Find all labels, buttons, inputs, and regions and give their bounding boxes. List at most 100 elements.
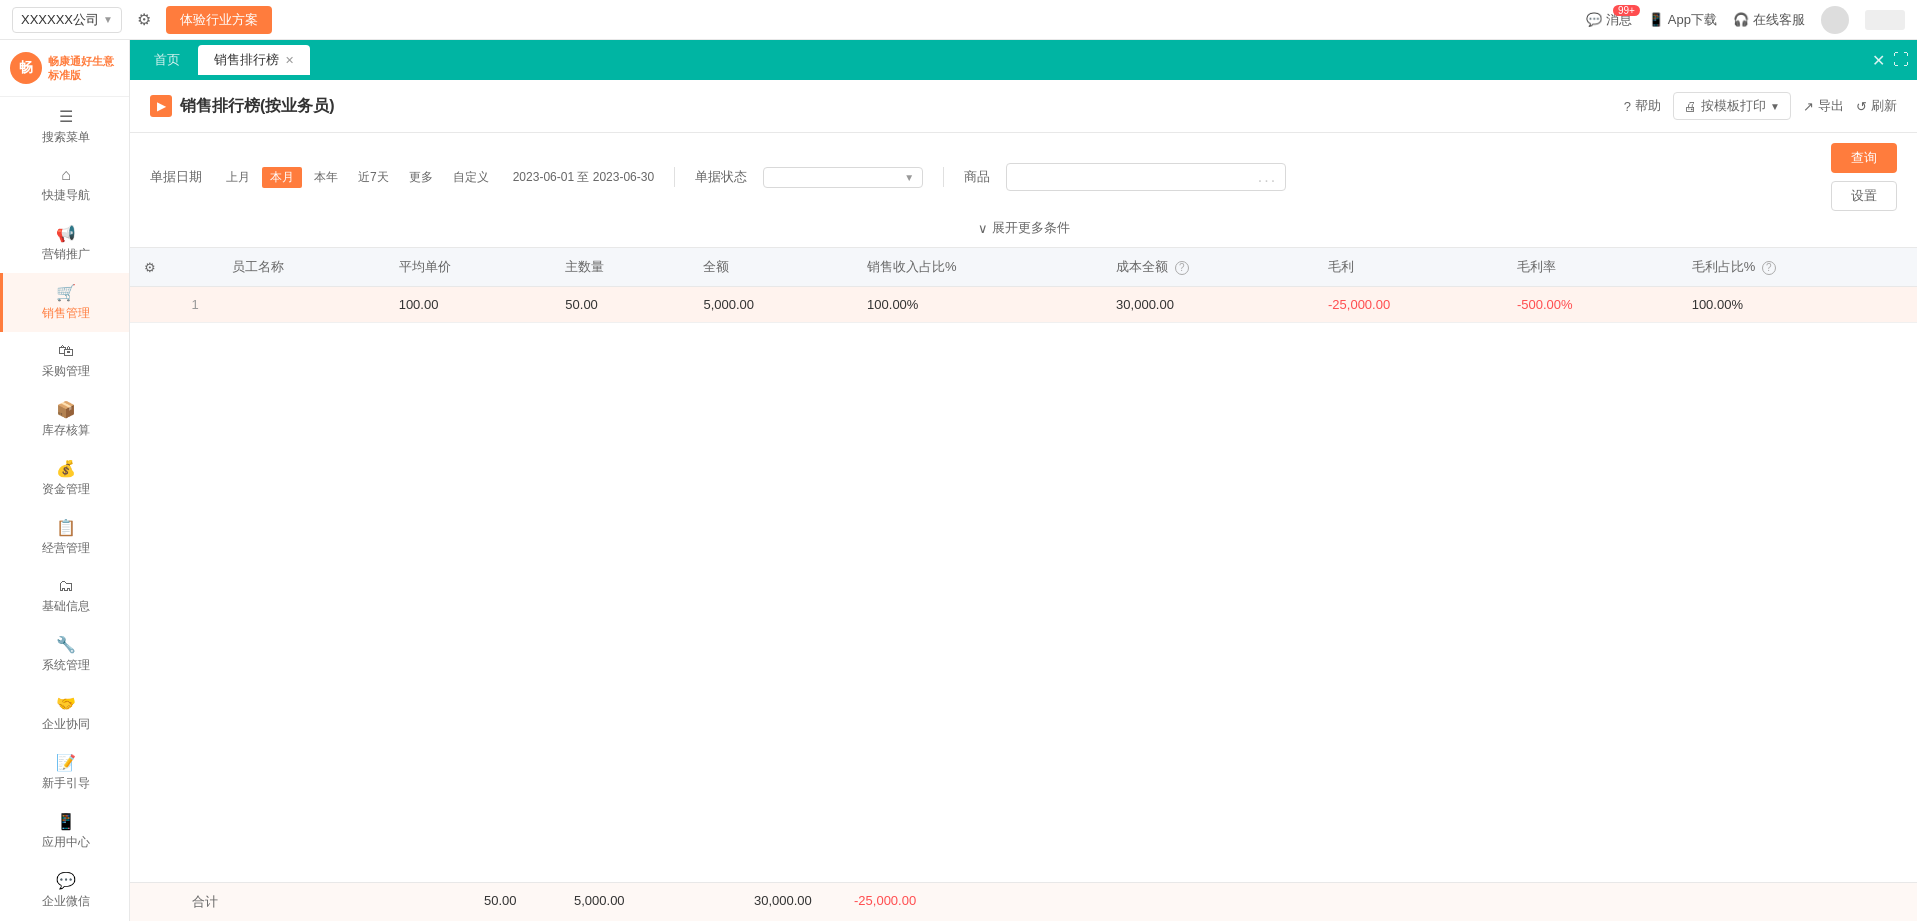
inventory-icon: 📦 <box>56 400 76 419</box>
date-tab-this-month[interactable]: 本月 <box>262 167 302 188</box>
col-sales-pct: 销售收入占比% <box>855 248 1104 287</box>
sidebar-item-label: 系统管理 <box>42 657 90 674</box>
sidebar-item-system[interactable]: 🔧 系统管理 <box>0 625 129 684</box>
sidebar-item-purchase[interactable]: 🛍 采购管理 <box>0 332 129 390</box>
headset-icon: 🎧 <box>1733 12 1749 27</box>
col-amount: 全额 <box>691 248 855 287</box>
col-gross-pct: 毛利占比% ? <box>1680 248 1917 287</box>
settings-icon[interactable]: ⚙ <box>130 6 158 34</box>
avatar[interactable] <box>1821 6 1849 34</box>
col-settings[interactable]: ⚙ <box>130 248 170 287</box>
page-content: ▶ 销售排行榜(按业务员) ? 帮助 🖨 按模板打印 ▼ ↗ <box>130 80 1917 921</box>
template-print-label: 按模板打印 <box>1701 97 1766 115</box>
more-dots[interactable]: ... <box>1258 168 1277 186</box>
sidebar-item-label: 采购管理 <box>42 363 90 380</box>
sidebar-item-marketing[interactable]: 📢 营销推广 <box>0 214 129 273</box>
tab-sales-rank-label: 销售排行榜 <box>214 51 279 69</box>
date-tab-7days[interactable]: 近7天 <box>350 167 397 188</box>
sidebar-item-finance[interactable]: 💰 资金管理 <box>0 449 129 508</box>
col-gross-rate: 毛利率 <box>1505 248 1680 287</box>
maximize-icon[interactable]: ⛶ <box>1893 51 1909 70</box>
row-cost: 30,000.00 <box>1104 287 1316 323</box>
footer-avg-price <box>382 893 472 911</box>
guide-icon: 📝 <box>56 753 76 772</box>
top-bar: XXXXXX公司 ▼ ⚙ 体验行业方案 💬 消息 99+ 📱 App下载 🎧 在… <box>0 0 1917 40</box>
row-name <box>220 287 387 323</box>
goods-filter-input[interactable]: ... <box>1006 163 1286 191</box>
export-button[interactable]: ↗ 导出 <box>1803 97 1844 115</box>
col-avg-price: 平均单价 <box>387 248 554 287</box>
purchase-icon: 🛍 <box>58 342 74 360</box>
date-range-display: 2023-06-01 至 2023-06-30 <box>513 169 654 186</box>
try-industry-button[interactable]: 体验行业方案 <box>166 6 272 34</box>
tab-right-actions: ✕ ⛶ <box>1872 51 1909 70</box>
online-support-button[interactable]: 🎧 在线客服 <box>1733 11 1805 29</box>
page-title: 销售排行榜(按业务员) <box>180 96 335 117</box>
expand-conditions-button[interactable]: ∨ 展开更多条件 <box>978 219 1070 237</box>
company-selector[interactable]: XXXXXX公司 ▼ <box>12 7 122 33</box>
tab-sales-rank[interactable]: 销售排行榜 ✕ <box>198 45 310 75</box>
sidebar-item-inventory[interactable]: 📦 库存核算 <box>0 390 129 449</box>
online-support-label: 在线客服 <box>1753 11 1805 29</box>
row-settings <box>130 287 170 323</box>
row-qty: 50.00 <box>553 287 691 323</box>
settings-button[interactable]: 设置 <box>1831 181 1897 211</box>
logo-text: 畅康通好生意标准版 <box>48 54 114 83</box>
date-tab-prev-month[interactable]: 上月 <box>218 167 258 188</box>
sidebar-item-label: 销售管理 <box>42 305 90 322</box>
gross-pct-help-icon[interactable]: ? <box>1762 261 1776 275</box>
user-info[interactable] <box>1865 10 1905 30</box>
marketing-icon: 📢 <box>56 224 76 243</box>
sidebar-item-search[interactable]: ☰ 搜索菜单 <box>0 97 129 156</box>
col-rank <box>170 248 220 287</box>
cost-help-icon[interactable]: ? <box>1175 261 1189 275</box>
home-icon: ⌂ <box>61 166 71 184</box>
row-amount: 5,000.00 <box>691 287 855 323</box>
goods-filter-label: 商品 <box>964 168 990 186</box>
footer-sales-pct <box>652 893 742 911</box>
date-tab-custom[interactable]: 自定义 <box>445 167 497 188</box>
close-window-icon[interactable]: ✕ <box>1872 51 1885 70</box>
table-container: ⚙ 员工名称 平均单价 主数量 全额 销售收入占比% 成本全额 ? 毛利 <box>130 248 1917 882</box>
sidebar-item-sales[interactable]: 🛒 销售管理 <box>0 273 129 332</box>
sidebar-item-label: 搜索菜单 <box>42 129 90 146</box>
date-tab-more[interactable]: 更多 <box>401 167 441 188</box>
help-button[interactable]: ? 帮助 <box>1624 97 1661 115</box>
message-button[interactable]: 💬 消息 99+ <box>1586 11 1632 29</box>
help-icon: ? <box>1624 99 1631 114</box>
sidebar: 畅 畅康通好生意标准版 ☰ 搜索菜单 ⌂ 快捷导航 📢 营销推广 🛒 销售管理 … <box>0 40 130 921</box>
sidebar-item-label: 企业微信 <box>42 893 90 910</box>
row-sales-pct: 100.00% <box>855 287 1104 323</box>
refresh-button[interactable]: ↺ 刷新 <box>1856 97 1897 115</box>
back-button[interactable]: ▶ <box>150 95 172 117</box>
app-download-label: App下载 <box>1668 11 1717 29</box>
template-print-button[interactable]: 🖨 按模板打印 ▼ <box>1673 92 1791 120</box>
sidebar-item-label: 应用中心 <box>42 834 90 851</box>
apps-icon: 📱 <box>56 812 76 831</box>
close-tab-icon[interactable]: ✕ <box>285 54 294 67</box>
table-footer: 合计 50.00 5,000.00 30,000.00 -25,000.00 <box>130 882 1917 921</box>
help-label: 帮助 <box>1635 97 1661 115</box>
status-chevron-icon: ▼ <box>904 172 914 183</box>
sidebar-item-label: 新手引导 <box>42 775 90 792</box>
company-name: XXXXXX公司 <box>21 11 99 29</box>
filter-divider2 <box>943 167 944 187</box>
filter-actions: 查询 设置 <box>1831 143 1897 211</box>
sidebar-item-shortcut[interactable]: ⌂ 快捷导航 <box>0 156 129 214</box>
sidebar-item-apps[interactable]: 📱 应用中心 <box>0 802 129 861</box>
sidebar-item-basic[interactable]: 🗂 基础信息 <box>0 567 129 625</box>
refresh-icon: ↺ <box>1856 99 1867 114</box>
sidebar-item-cooperation[interactable]: 🤝 企业协同 <box>0 684 129 743</box>
sidebar-item-operation[interactable]: 📋 经营管理 <box>0 508 129 567</box>
query-button[interactable]: 查询 <box>1831 143 1897 173</box>
expand-icon: ∨ <box>978 221 988 236</box>
date-tab-this-year[interactable]: 本年 <box>306 167 346 188</box>
logo-icon: 畅 <box>10 52 42 84</box>
page-header: ▶ 销售排行榜(按业务员) ? 帮助 🖨 按模板打印 ▼ ↗ <box>130 80 1917 133</box>
app-download-button[interactable]: 📱 App下载 <box>1648 11 1717 29</box>
sidebar-item-wechat[interactable]: 💬 企业微信 <box>0 861 129 920</box>
sidebar-item-label: 资金管理 <box>42 481 90 498</box>
tab-home[interactable]: 首页 <box>138 45 196 75</box>
status-filter-select[interactable]: ▼ <box>763 167 923 188</box>
sidebar-item-guide[interactable]: 📝 新手引导 <box>0 743 129 802</box>
